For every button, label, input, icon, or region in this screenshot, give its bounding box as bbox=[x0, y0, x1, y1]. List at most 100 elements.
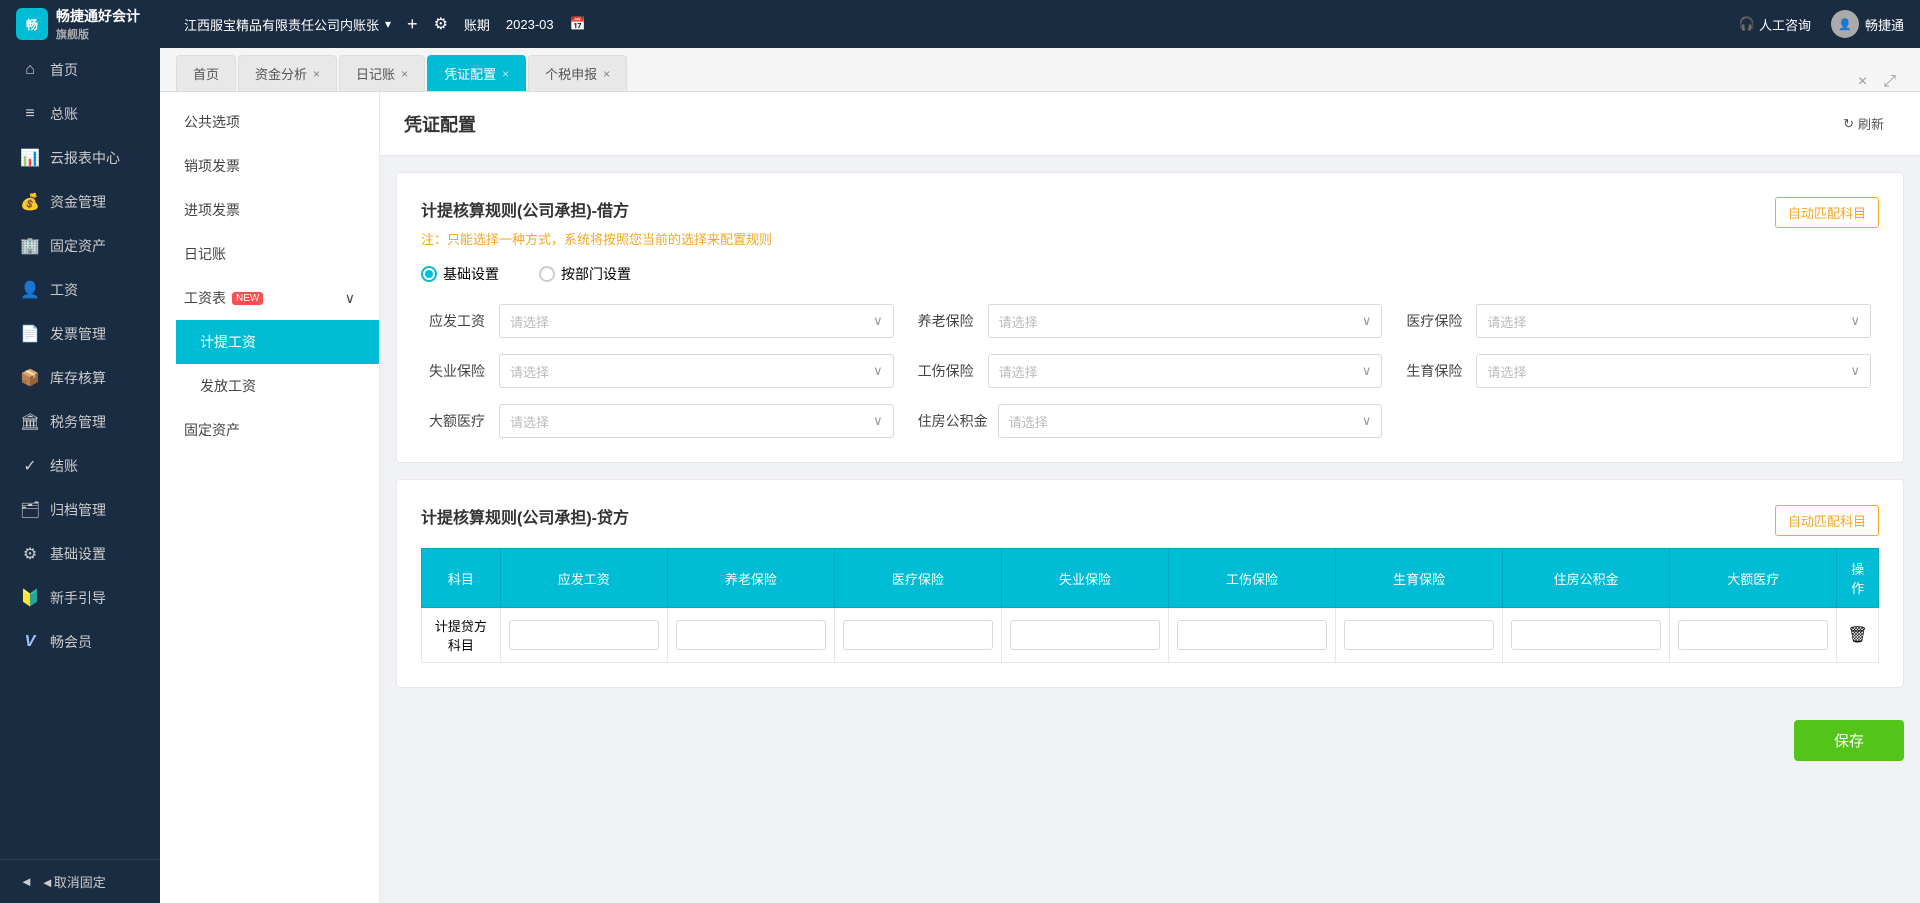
tab-journal-close[interactable]: × bbox=[401, 67, 408, 81]
sidebar-item-invoice[interactable]: 📄 发票管理 bbox=[0, 312, 160, 356]
cancel-fixed-button[interactable]: ◄ ◄取消固定 bbox=[0, 859, 160, 903]
tab-tax[interactable]: 个税申报 × bbox=[528, 55, 627, 91]
select-medical[interactable]: 请选择 ∨ bbox=[1476, 304, 1871, 338]
select-housing-value: 请选择 bbox=[1009, 412, 1048, 431]
settings-button[interactable]: ⚙ bbox=[434, 14, 448, 34]
tab-voucher-close[interactable]: × bbox=[502, 67, 509, 81]
col-medical: 医疗保险 bbox=[834, 549, 1001, 608]
sidebar-item-inventory[interactable]: 📦 库存核算 bbox=[0, 356, 160, 400]
select-big-medical-value: 请选择 bbox=[510, 412, 549, 431]
cell-pension[interactable] bbox=[667, 608, 834, 663]
tab-journal[interactable]: 日记账 × bbox=[339, 55, 425, 91]
salary-table-label: 工资表 bbox=[184, 288, 226, 308]
cell-work-injury[interactable] bbox=[1169, 608, 1336, 663]
sidebar-label-settings: 基础设置 bbox=[50, 544, 106, 564]
page-body: 公共选项 销项发票 进项发票 日记账 工资表 NEW ∨ 计提工资 发放工资 bbox=[160, 92, 1920, 903]
col-pension: 养老保险 bbox=[667, 549, 834, 608]
select-salary[interactable]: 请选择 ∨ bbox=[499, 304, 894, 338]
top-bar: 畅 畅捷通好会计 旗舰版 江西服宝精品有限责任公司内账张 ▾ + ⚙ 账期 20… bbox=[0, 0, 1920, 48]
select-work-injury-arrow: ∨ bbox=[1362, 363, 1372, 379]
tab-finance[interactable]: 资金分析 × bbox=[238, 55, 337, 91]
cell-big-medical[interactable] bbox=[1670, 608, 1837, 663]
sub-sidebar-fixed-assets[interactable]: 固定资产 bbox=[160, 408, 379, 452]
form-item-maternity: 生育保险 请选择 ∨ bbox=[1406, 354, 1871, 388]
credit-auto-match-button[interactable]: 自动匹配科目 bbox=[1775, 505, 1879, 536]
sidebar-item-checkout[interactable]: ✓ 结账 bbox=[0, 444, 160, 488]
checkout-icon: ✓ bbox=[20, 456, 40, 476]
cell-maternity[interactable] bbox=[1336, 608, 1503, 663]
debit-section-card: 计提核算规则(公司承担)-借方 注：只能选择一种方式，系统将按照您当前的选择来配… bbox=[396, 172, 1904, 463]
select-work-injury[interactable]: 请选择 ∨ bbox=[988, 354, 1383, 388]
col-salary: 应发工资 bbox=[500, 549, 667, 608]
cancel-fixed-icon: ◄ bbox=[20, 874, 33, 889]
cell-housing[interactable] bbox=[1503, 608, 1670, 663]
sidebar-item-funds[interactable]: 💰 资金管理 bbox=[0, 180, 160, 224]
select-work-injury-value: 请选择 bbox=[999, 362, 1038, 381]
select-housing[interactable]: 请选择 ∨ bbox=[998, 404, 1383, 438]
content-area: 首页 资金分析 × 日记账 × 凭证配置 × 个税申报 × × ⤢ bbox=[160, 48, 1920, 903]
sidebar-item-guide[interactable]: 🔰 新手引导 bbox=[0, 576, 160, 620]
window-close-button[interactable]: × bbox=[1850, 73, 1875, 91]
sidebar-item-ledger[interactable]: ≡ 总账 bbox=[0, 92, 160, 136]
input-medical[interactable] bbox=[843, 620, 993, 650]
tab-finance-close[interactable]: × bbox=[313, 67, 320, 81]
input-pension[interactable] bbox=[676, 620, 826, 650]
calendar-icon[interactable]: 📅 bbox=[570, 16, 586, 32]
cell-unemployment[interactable] bbox=[1001, 608, 1168, 663]
radio-dept[interactable]: 按部门设置 bbox=[539, 264, 631, 284]
cell-medical[interactable] bbox=[834, 608, 1001, 663]
input-salary[interactable] bbox=[509, 620, 659, 650]
input-unemployment[interactable] bbox=[1010, 620, 1160, 650]
sidebar-item-archive[interactable]: 🗂 归档管理 bbox=[0, 488, 160, 532]
sub-sidebar-salary-table-header[interactable]: 工资表 NEW ∨ bbox=[160, 276, 379, 320]
sidebar-item-member[interactable]: V 畅会员 bbox=[0, 620, 160, 664]
new-badge: NEW bbox=[232, 292, 263, 305]
sidebar-label-guide: 新手引导 bbox=[50, 588, 106, 608]
company-selector[interactable]: 江西服宝精品有限责任公司内账张 ▾ bbox=[184, 15, 391, 34]
tax-icon: 🏛 bbox=[20, 412, 40, 432]
sub-sidebar-journal[interactable]: 日记账 bbox=[160, 232, 379, 276]
add-button[interactable]: + bbox=[407, 14, 418, 35]
window-expand-button[interactable]: ⤢ bbox=[1875, 73, 1904, 91]
select-big-medical[interactable]: 请选择 ∨ bbox=[499, 404, 894, 438]
guide-icon: 🔰 bbox=[20, 588, 40, 608]
sub-sidebar-sales-invoice[interactable]: 销项发票 bbox=[160, 144, 379, 188]
sub-sidebar-pay-salary[interactable]: 发放工资 bbox=[176, 364, 379, 408]
tab-voucher[interactable]: 凭证配置 × bbox=[427, 55, 526, 91]
input-maternity[interactable] bbox=[1344, 620, 1494, 650]
form-item-housing: 住房公积金 请选择 ∨ bbox=[918, 404, 1383, 438]
tab-tax-close[interactable]: × bbox=[603, 67, 610, 81]
refresh-button[interactable]: ↻ 刷新 bbox=[1831, 108, 1896, 139]
radio-basic[interactable]: 基础设置 bbox=[421, 264, 499, 284]
sub-sidebar-purchase-invoice[interactable]: 进项发票 bbox=[160, 188, 379, 232]
col-subject: 科目 bbox=[422, 549, 501, 608]
save-button[interactable]: 保存 bbox=[1794, 720, 1904, 761]
debit-auto-match-button[interactable]: 自动匹配科目 bbox=[1775, 197, 1879, 228]
app-name: 畅捷通好会计 bbox=[56, 6, 140, 26]
col-housing: 住房公积金 bbox=[1503, 549, 1670, 608]
assets-icon: 🏢 bbox=[20, 236, 40, 256]
ledger-icon: ≡ bbox=[20, 105, 40, 123]
select-salary-value: 请选择 bbox=[510, 312, 549, 331]
sub-sidebar-public[interactable]: 公共选项 bbox=[160, 100, 379, 144]
sidebar-item-home[interactable]: ⌂ 首页 bbox=[0, 48, 160, 92]
sub-sidebar-calc-salary[interactable]: 计提工资 bbox=[176, 320, 379, 364]
input-housing[interactable] bbox=[1511, 620, 1661, 650]
input-big-medical[interactable] bbox=[1678, 620, 1828, 650]
label-work-injury: 工伤保险 bbox=[918, 361, 978, 381]
input-work-injury[interactable] bbox=[1177, 620, 1327, 650]
sidebar-item-salary[interactable]: 👤 工资 bbox=[0, 268, 160, 312]
user-menu[interactable]: 👤 畅捷通 bbox=[1831, 10, 1904, 38]
period-value[interactable]: 2023-03 bbox=[506, 17, 554, 32]
sidebar-item-settings[interactable]: ⚙ 基础设置 bbox=[0, 532, 160, 576]
select-maternity[interactable]: 请选择 ∨ bbox=[1476, 354, 1871, 388]
select-pension[interactable]: 请选择 ∨ bbox=[988, 304, 1383, 338]
sidebar-item-reports[interactable]: 📊 云报表中心 bbox=[0, 136, 160, 180]
select-unemployment[interactable]: 请选择 ∨ bbox=[499, 354, 894, 388]
cell-action[interactable]: 🗑 bbox=[1837, 608, 1879, 663]
service-button[interactable]: 🎧 人工咨询 bbox=[1739, 15, 1811, 34]
cell-salary[interactable] bbox=[500, 608, 667, 663]
tab-home[interactable]: 首页 bbox=[176, 55, 236, 91]
sidebar-item-assets[interactable]: 🏢 固定资产 bbox=[0, 224, 160, 268]
sidebar-item-tax[interactable]: 🏛 税务管理 bbox=[0, 400, 160, 444]
